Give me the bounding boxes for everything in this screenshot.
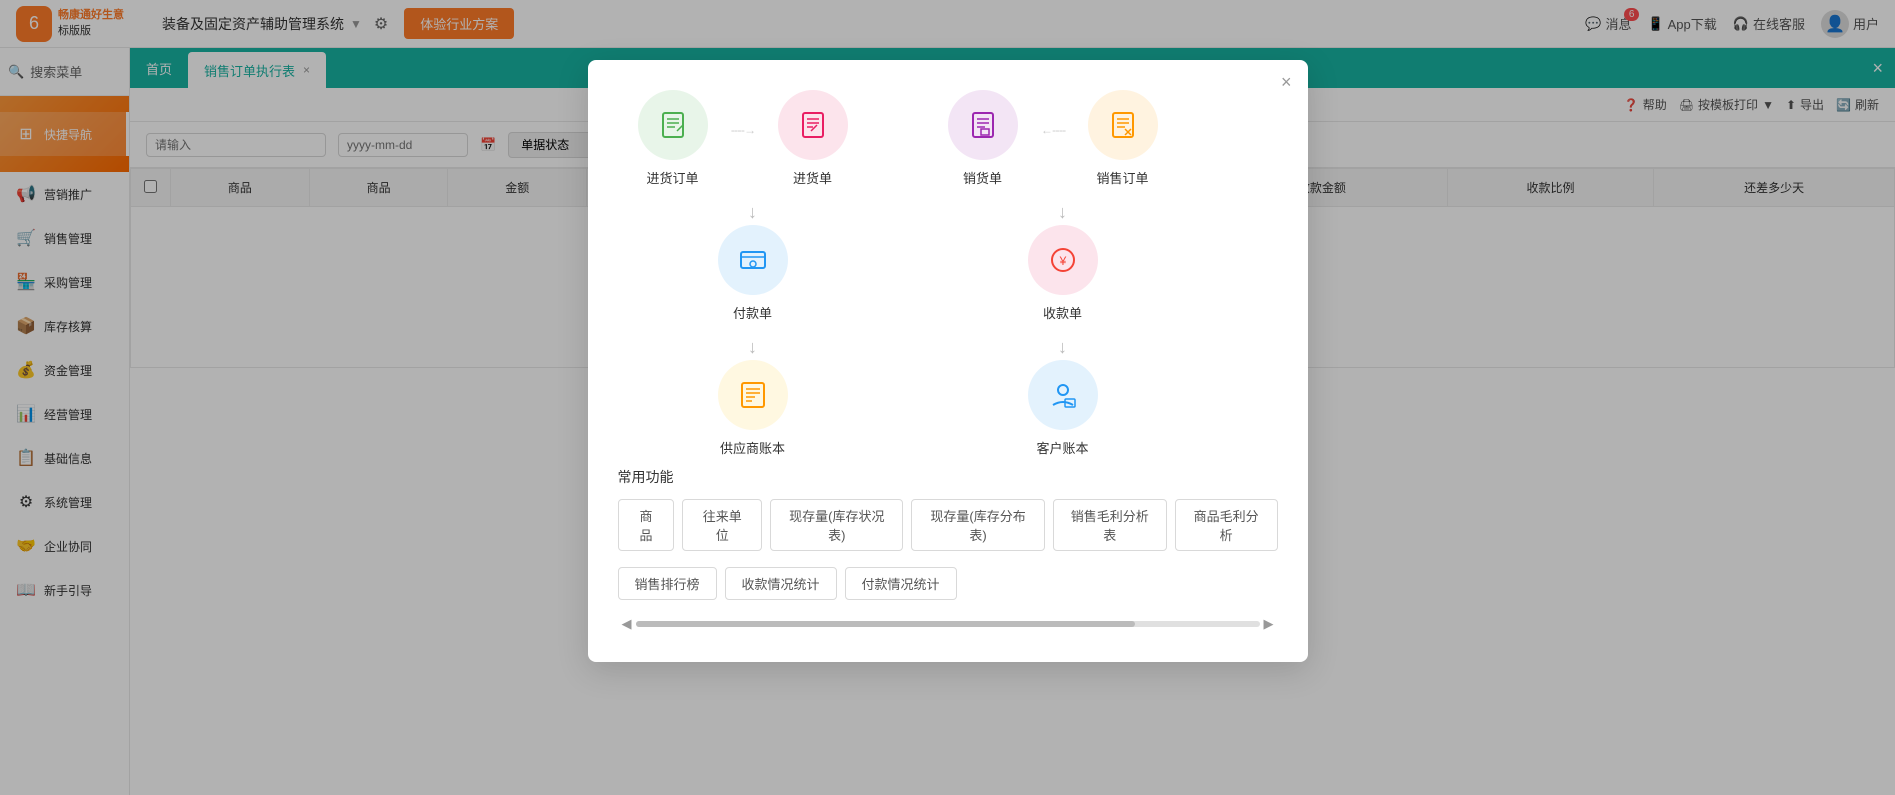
arrow-xiaohuodingdan-to-xiaohuodan: ← - - - - <box>1018 123 1088 137</box>
modal: × 进货订单 <box>588 60 1308 662</box>
gongyingshang-col: ↓ 供应商账本 <box>718 338 788 457</box>
gongyingshang-label: 供应商账本 <box>720 438 785 457</box>
xiaohuo-dingdan-label: 销售订单 <box>1096 168 1148 187</box>
jinghuo-dingdan-icon <box>638 90 708 160</box>
arrow-down-gongyingshang: ↓ <box>748 338 757 356</box>
xiaohuo-dan-label: 销货单 <box>963 168 1002 187</box>
func-btn-销售排行榜[interactable]: 销售排行榜 <box>618 567 717 600</box>
scroll-thumb[interactable] <box>636 621 1135 627</box>
flow-item-jinghuo-dingdan[interactable]: 进货订单 <box>638 90 708 187</box>
scroll-track <box>636 621 1260 627</box>
func-btn-往来单位[interactable]: 往来单位 <box>682 499 762 551</box>
main-area: 🔍 搜索菜单 ⊞ 快捷导航 📢 营销推广 🛒 销售管理 🏪 采购管 <box>0 48 1895 795</box>
flow-item-xiaohuo-dan[interactable]: 销货单 <box>948 90 1018 187</box>
func-btn-现存量(库存分布表)[interactable]: 现存量(库存分布表) <box>911 499 1044 551</box>
common-functions-title: 常用功能 <box>618 467 1278 487</box>
func-btn-销售毛利分析表[interactable]: 销售毛利分析表 <box>1053 499 1167 551</box>
jinghuo-dan-label: 进货单 <box>793 168 832 187</box>
xiaohuo-dan-icon <box>948 90 1018 160</box>
flow-item-shoukuan-dan[interactable]: ¥ 收款单 <box>1028 225 1098 322</box>
flow-item-gongyingshang[interactable]: 供应商账本 <box>718 360 788 457</box>
modal-scrollbar[interactable]: ◀ ▶ <box>618 616 1278 632</box>
flow-section: 进货订单 - - - - → 进货单 <box>618 90 1278 457</box>
kehu-col: ↓ 客户账本 <box>1028 338 1098 457</box>
func-btn-商品毛利分析[interactable]: 商品毛利分析 <box>1175 499 1278 551</box>
app-container: 6 畅康通好生意 标版版 装备及固定资产辅助管理系统 ▼ ⚙ 体验行业方案 💬 … <box>0 0 1895 795</box>
func-btn-收款情况统计[interactable]: 收款情况统计 <box>725 567 837 600</box>
modal-close-btn[interactable]: × <box>1281 72 1292 93</box>
content-area: 首页 销售订单执行表 × × ❓ 帮助 <box>130 48 1895 795</box>
func-buttons: 商品往来单位现存量(库存状况表)现存量(库存分布表)销售毛利分析表商品毛利分析销… <box>618 499 1278 600</box>
kehu-icon <box>1028 360 1098 430</box>
flow-item-xiaohuo-dingdan[interactable]: 销售订单 <box>1088 90 1158 187</box>
flow-item-jinghuo-dan[interactable]: 进货单 <box>778 90 848 187</box>
shoukuan-col: ↓ ¥ 收款单 <box>1028 203 1098 322</box>
xiaohuo-dingdan-icon <box>1088 90 1158 160</box>
modal-overlay[interactable]: × 进货订单 <box>130 48 1895 795</box>
arrow-down-kehu: ↓ <box>1058 338 1067 356</box>
scroll-right-arrow[interactable]: ▶ <box>1260 616 1278 632</box>
func-btn-现存量(库存状况表)[interactable]: 现存量(库存状况表) <box>770 499 903 551</box>
flow-row-3: ↓ 供应商账本 <box>618 338 1278 457</box>
flow-row-1: 进货订单 - - - - → 进货单 <box>618 90 1278 187</box>
shoukuan-dan-icon: ¥ <box>1028 225 1098 295</box>
svg-text:¥: ¥ <box>1058 254 1066 268</box>
flow-item-fukuan-dan[interactable]: 付款单 <box>718 225 788 322</box>
shoukuan-dan-label: 收款单 <box>1043 303 1082 322</box>
fukuan-col: ↓ 付款单 <box>718 203 788 322</box>
arrow-jinghuodingdan-to-jinghuodan: - - - - → <box>708 123 778 137</box>
scroll-left-arrow[interactable]: ◀ <box>618 616 636 632</box>
common-functions: 常用功能 商品往来单位现存量(库存状况表)现存量(库存分布表)销售毛利分析表商品… <box>618 467 1278 600</box>
kehu-label: 客户账本 <box>1036 438 1088 457</box>
jinghuo-dingdan-label: 进货订单 <box>646 168 698 187</box>
arrow-down-fukuan: ↓ <box>748 203 757 221</box>
gongyingshang-icon <box>718 360 788 430</box>
func-btn-付款情况统计[interactable]: 付款情况统计 <box>845 567 957 600</box>
jinghuo-dan-icon <box>778 90 848 160</box>
flow-item-kehu[interactable]: 客户账本 <box>1028 360 1098 457</box>
fukuan-dan-label: 付款单 <box>733 303 772 322</box>
arrow-down-shoukuan: ↓ <box>1058 203 1067 221</box>
flow-row-2: ↓ 付款单 <box>618 203 1278 322</box>
fukuan-dan-icon <box>718 225 788 295</box>
func-btn-商品[interactable]: 商品 <box>618 499 675 551</box>
